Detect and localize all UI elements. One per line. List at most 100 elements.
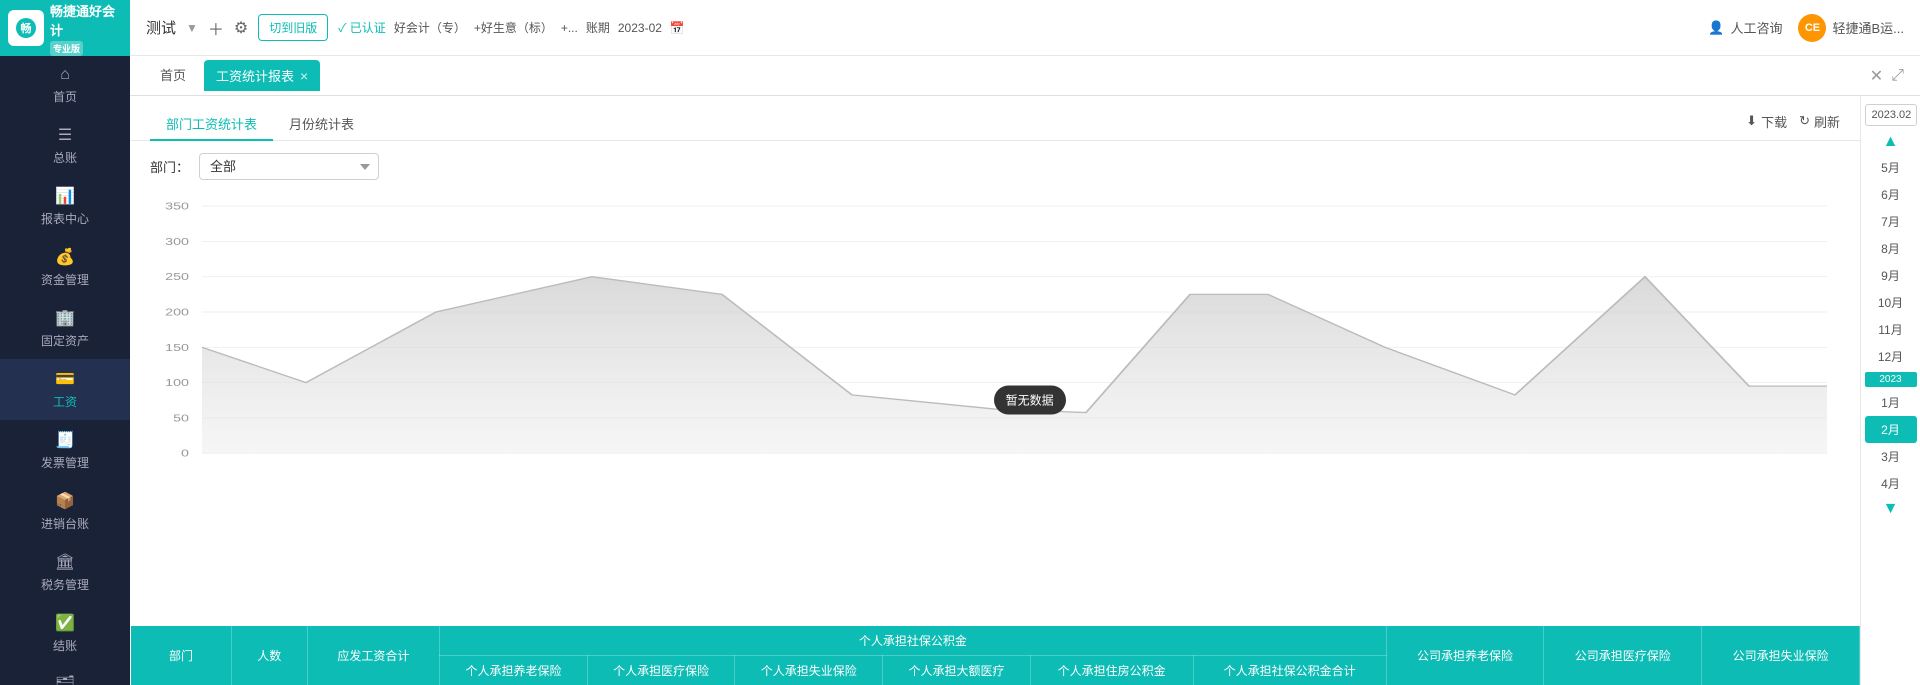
sidebar-item-invoice[interactable]: 🧾 发票管理 bbox=[0, 420, 130, 481]
expand-panel-icon[interactable]: ⤢ bbox=[1891, 67, 1904, 85]
sidebar-label-salary: 工资 bbox=[53, 393, 77, 410]
th-personal-medical: 个人承担医疗保险 bbox=[587, 656, 735, 685]
tab-close-button[interactable]: × bbox=[300, 68, 308, 84]
home-icon: ⌂ bbox=[60, 66, 70, 84]
reports-icon: 📊 bbox=[55, 186, 75, 206]
dept-filter-select[interactable]: 全部 财务部 人事部 技术部 销售部 bbox=[199, 153, 379, 180]
th-personal-housing-fund: 个人承担住房公积金 bbox=[1030, 656, 1193, 685]
month-9[interactable]: 9月 bbox=[1865, 262, 1917, 289]
sidebar-nav: ⌂ 首页 ☰ 总账 📊 报表中心 💰 资金管理 🏢 固定资产 💳 工资 🧾 发票… bbox=[0, 56, 130, 685]
sidebar-item-funds[interactable]: 💰 资金管理 bbox=[0, 237, 130, 298]
month-4[interactable]: 4月 bbox=[1865, 470, 1917, 497]
month-10[interactable]: 10月 bbox=[1865, 289, 1917, 316]
sidebar-item-closing[interactable]: ✅ 结账 bbox=[0, 603, 130, 664]
svg-text:50: 50 bbox=[173, 413, 189, 424]
sidebar-label-closing: 结账 bbox=[53, 637, 77, 654]
svg-text:150: 150 bbox=[165, 342, 189, 353]
sidebar-label-tax: 税务管理 bbox=[41, 576, 89, 593]
svg-text:100: 100 bbox=[165, 377, 189, 388]
sidebar-label-home: 首页 bbox=[53, 88, 77, 105]
top-header: 测试 ▼ ＋ ⚙ 切到旧版 ✓ 已认证 好会计（专） +好生意（标） +... … bbox=[130, 0, 1920, 56]
add-button[interactable]: ＋ bbox=[208, 16, 224, 40]
consult-label: 人工咨询 bbox=[1730, 18, 1782, 37]
assets-icon: 🏢 bbox=[55, 308, 75, 328]
sidebar-item-archive[interactable]: 🗂 归档管理 bbox=[0, 664, 130, 685]
period-label: 账期 bbox=[586, 19, 610, 36]
table-scroll-container[interactable]: 部门 人数 应发工资合计 个人承担社保公积金 公司承担养老保险 公司承担医疗保险… bbox=[130, 625, 1860, 685]
month-11[interactable]: 11月 bbox=[1865, 316, 1917, 343]
month-12[interactable]: 12月 bbox=[1865, 343, 1917, 370]
tax-icon: 🏛 bbox=[55, 552, 75, 572]
sidebar-label-reports: 报表中心 bbox=[41, 210, 89, 227]
th-personal-total: 个人承担社保公积金合计 bbox=[1193, 656, 1386, 685]
sales-icon: 📦 bbox=[55, 491, 75, 511]
tab-bar: 首页 工资统计报表 × ✕ ⤢ bbox=[130, 56, 1920, 96]
header-status-items: ✓ 已认证 好会计（专） +好生意（标） +... 账期 2023-02 📅 bbox=[338, 19, 685, 36]
header-title: 测试 bbox=[146, 17, 176, 38]
sub-tab-monthly[interactable]: 月份统计表 bbox=[273, 108, 370, 141]
sidebar-label-sales: 进销台账 bbox=[41, 515, 89, 532]
month-1[interactable]: 1月 bbox=[1865, 389, 1917, 416]
salary-icon: 💳 bbox=[55, 369, 75, 389]
sub-tabs: 部门工资统计表 月份统计表 ⬇ 下载 ↻ 刷新 bbox=[130, 96, 1860, 141]
refresh-icon: ↻ bbox=[1799, 113, 1810, 129]
filter-bar: 部门： 全部 财务部 人事部 技术部 销售部 bbox=[130, 141, 1860, 192]
th-personal-major-medical: 个人承担大额医疗 bbox=[883, 656, 1031, 685]
logo-main-text: 畅捷通好会计 bbox=[50, 1, 122, 39]
month-3[interactable]: 3月 bbox=[1865, 443, 1917, 470]
tab-home[interactable]: 首页 bbox=[146, 57, 200, 94]
header-dropdown-arrow[interactable]: ▼ bbox=[186, 21, 198, 35]
closing-icon: ✅ bbox=[55, 613, 75, 633]
period-value: 2023-02 bbox=[618, 21, 662, 35]
month-2-active[interactable]: 2月 bbox=[1865, 416, 1917, 443]
product-type: 好会计（专） bbox=[394, 19, 466, 36]
th-company-pension: 公司承担养老保险 bbox=[1386, 626, 1544, 685]
year-badge-2023: 2023 bbox=[1865, 372, 1917, 387]
product-extra1: +好生意（标） bbox=[474, 19, 553, 36]
close-panel-icon[interactable]: ✕ bbox=[1870, 66, 1883, 86]
calendar-icon[interactable]: 📅 bbox=[670, 21, 685, 35]
sidebar: 畅 畅捷通好会计 专业版 ⌂ 首页 ☰ 总账 📊 报表中心 💰 资金管理 🏢 固… bbox=[0, 0, 130, 685]
invoice-icon: 🧾 bbox=[55, 430, 75, 450]
user-account[interactable]: CE 轻捷通B运... bbox=[1798, 14, 1904, 42]
sidebar-label-invoice: 发票管理 bbox=[41, 454, 89, 471]
settings-header-icon[interactable]: ⚙ bbox=[234, 18, 248, 38]
refresh-label: 刷新 bbox=[1814, 112, 1840, 131]
sub-tab-dept-label: 部门工资统计表 bbox=[166, 117, 257, 132]
download-button[interactable]: ⬇ 下载 bbox=[1746, 112, 1787, 131]
date-nav-up[interactable]: ▲ bbox=[1880, 130, 1902, 154]
sidebar-label-funds: 资金管理 bbox=[41, 271, 89, 288]
tab-salary-report[interactable]: 工资统计报表 × bbox=[204, 60, 320, 91]
sidebar-item-assets[interactable]: 🏢 固定资产 bbox=[0, 298, 130, 359]
th-total-salary: 应发工资合计 bbox=[307, 626, 440, 685]
date-display: 2023.02 bbox=[1865, 104, 1917, 126]
month-6[interactable]: 6月 bbox=[1865, 181, 1917, 208]
content-area: 部门工资统计表 月份统计表 ⬇ 下载 ↻ 刷新 bbox=[130, 96, 1920, 685]
th-group-personal: 个人承担社保公积金 bbox=[440, 626, 1387, 656]
switch-version-button[interactable]: 切到旧版 bbox=[258, 14, 328, 41]
month-7[interactable]: 7月 bbox=[1865, 208, 1917, 235]
sidebar-label-assets: 固定资产 bbox=[41, 332, 89, 349]
sidebar-item-home[interactable]: ⌂ 首页 bbox=[0, 56, 130, 115]
month-8[interactable]: 8月 bbox=[1865, 235, 1917, 262]
month-5[interactable]: 5月 bbox=[1865, 154, 1917, 181]
refresh-button[interactable]: ↻ 刷新 bbox=[1799, 112, 1840, 131]
user-consult[interactable]: 👤 人工咨询 bbox=[1708, 18, 1782, 37]
th-dept: 部门 bbox=[131, 626, 232, 685]
sidebar-item-ledger[interactable]: ☰ 总账 bbox=[0, 115, 130, 176]
sidebar-item-reports[interactable]: 📊 报表中心 bbox=[0, 176, 130, 237]
header-right: 👤 人工咨询 CE 轻捷通B运... bbox=[1708, 14, 1904, 42]
sidebar-label-ledger: 总账 bbox=[53, 149, 77, 166]
ledger-icon: ☰ bbox=[58, 125, 72, 145]
date-nav-down[interactable]: ▼ bbox=[1880, 497, 1902, 521]
th-personal-pension: 个人承担养老保险 bbox=[440, 656, 588, 685]
sidebar-item-sales[interactable]: 📦 进销台账 bbox=[0, 481, 130, 542]
sidebar-item-tax[interactable]: 🏛 税务管理 bbox=[0, 542, 130, 603]
logo-badge: 专业版 bbox=[50, 41, 83, 56]
sidebar-item-salary[interactable]: 💳 工资 bbox=[0, 359, 130, 420]
right-date-panel: 2023.02 ▲ 5月 6月 7月 8月 9月 10月 11月 12月 202… bbox=[1860, 96, 1920, 685]
download-icon: ⬇ bbox=[1746, 113, 1757, 129]
sub-tab-dept[interactable]: 部门工资统计表 bbox=[150, 108, 273, 141]
th-personal-unemploy: 个人承担失业保险 bbox=[735, 656, 883, 685]
svg-text:300: 300 bbox=[165, 236, 189, 247]
